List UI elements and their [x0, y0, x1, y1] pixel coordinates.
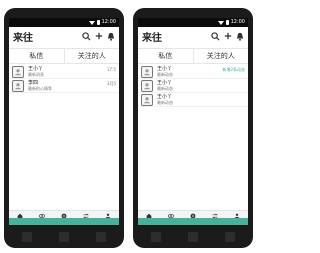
- item-texts: 王小丫 最新消息: [28, 66, 44, 78]
- list-item[interactable]: 李四 最新的心情等 3月5: [9, 79, 119, 93]
- phone-frame-right: 12:00 来往 私信 关注的人 王小丫 最新动态 新增2条动态 王小丫 最新动…: [133, 8, 253, 248]
- page-title: 来往: [13, 32, 33, 44]
- search-icon[interactable]: [211, 31, 220, 41]
- home-button[interactable]: [187, 231, 198, 242]
- item-snippet: 最新动态: [157, 85, 173, 91]
- recents-button[interactable]: [224, 231, 235, 242]
- item-meta: 17:5: [107, 67, 116, 72]
- app-screen-right: 12:00 来往 私信 关注的人 王小丫 最新动态 新增2条动态 王小丫 最新动…: [138, 18, 248, 225]
- status-indicators: 12:00: [88, 18, 116, 27]
- tab-messages[interactable]: 私信: [9, 49, 64, 63]
- list-item[interactable]: 王小丫 最新动态: [138, 79, 248, 93]
- status-bar: 12:00: [9, 18, 119, 27]
- bell-icon[interactable]: [107, 32, 115, 41]
- list-item[interactable]: 王小丫 最新动态 新增2条动态: [138, 65, 248, 79]
- tab-row: 私信 关注的人: [138, 48, 248, 64]
- status-time: 12:00: [101, 19, 116, 25]
- recents-button[interactable]: [95, 231, 106, 242]
- bell-icon[interactable]: [236, 32, 244, 41]
- message-list: 王小丫 最新消息 17:5 李四 最新的心情等 3月5: [9, 65, 119, 93]
- app-screen-left: 12:00 来往 私信 关注的人 王小丫 最新消息 17:5 李四 最新的心情等…: [9, 18, 119, 225]
- item-texts: 王小丫 最新动态: [157, 94, 173, 106]
- following-list: 王小丫 最新动态 新增2条动态 王小丫 最新动态 王小丫 最新动态: [138, 65, 248, 107]
- accent-bar: [138, 218, 248, 225]
- tab-following[interactable]: 关注的人: [192, 49, 249, 63]
- back-button[interactable]: [22, 231, 33, 242]
- battery-icon: [96, 20, 100, 25]
- back-button[interactable]: [151, 231, 162, 242]
- home-button[interactable]: [58, 231, 69, 242]
- wifi-icon: [88, 20, 95, 25]
- phone-frame-left: 12:00 来往 私信 关注的人 王小丫 最新消息 17:5 李四 最新的心情等…: [4, 8, 124, 248]
- avatar: [12, 65, 24, 78]
- tab-following[interactable]: 关注的人: [63, 49, 120, 63]
- status-bar: 12:00: [138, 18, 248, 27]
- search-icon[interactable]: [82, 31, 91, 41]
- status-time: 12:00: [230, 19, 245, 25]
- tab-messages[interactable]: 私信: [138, 49, 193, 63]
- item-snippet: 最新的心情等: [28, 85, 52, 91]
- status-indicators: 12:00: [217, 18, 245, 27]
- item-texts: 王小丫 最新动态: [157, 66, 173, 78]
- item-meta: 新增2条动态: [222, 67, 245, 72]
- header-actions: [82, 31, 115, 41]
- list-item[interactable]: 王小丫 最新动态: [138, 93, 248, 107]
- item-snippet: 最新消息: [28, 71, 44, 77]
- item-texts: 李四 最新的心情等: [28, 80, 52, 92]
- avatar: [141, 93, 153, 106]
- app-header: 来往: [138, 27, 248, 45]
- avatar: [141, 65, 153, 78]
- tab-row: 私信 关注的人: [9, 48, 119, 64]
- add-icon[interactable]: [224, 32, 232, 40]
- item-meta: 3月5: [106, 81, 116, 86]
- item-snippet: 最新动态: [157, 71, 173, 77]
- header-actions: [211, 31, 244, 41]
- app-header: 来往: [9, 27, 119, 45]
- avatar: [12, 79, 24, 92]
- wifi-icon: [217, 20, 224, 25]
- add-icon[interactable]: [95, 32, 103, 40]
- list-item[interactable]: 王小丫 最新消息 17:5: [9, 65, 119, 79]
- item-snippet: 最新动态: [157, 99, 173, 105]
- page-title: 来往: [142, 32, 162, 44]
- accent-bar: [9, 218, 119, 225]
- avatar: [141, 79, 153, 92]
- hardware-buttons: [9, 225, 119, 248]
- hardware-buttons: [138, 225, 248, 248]
- item-texts: 王小丫 最新动态: [157, 80, 173, 92]
- battery-icon: [225, 20, 229, 25]
